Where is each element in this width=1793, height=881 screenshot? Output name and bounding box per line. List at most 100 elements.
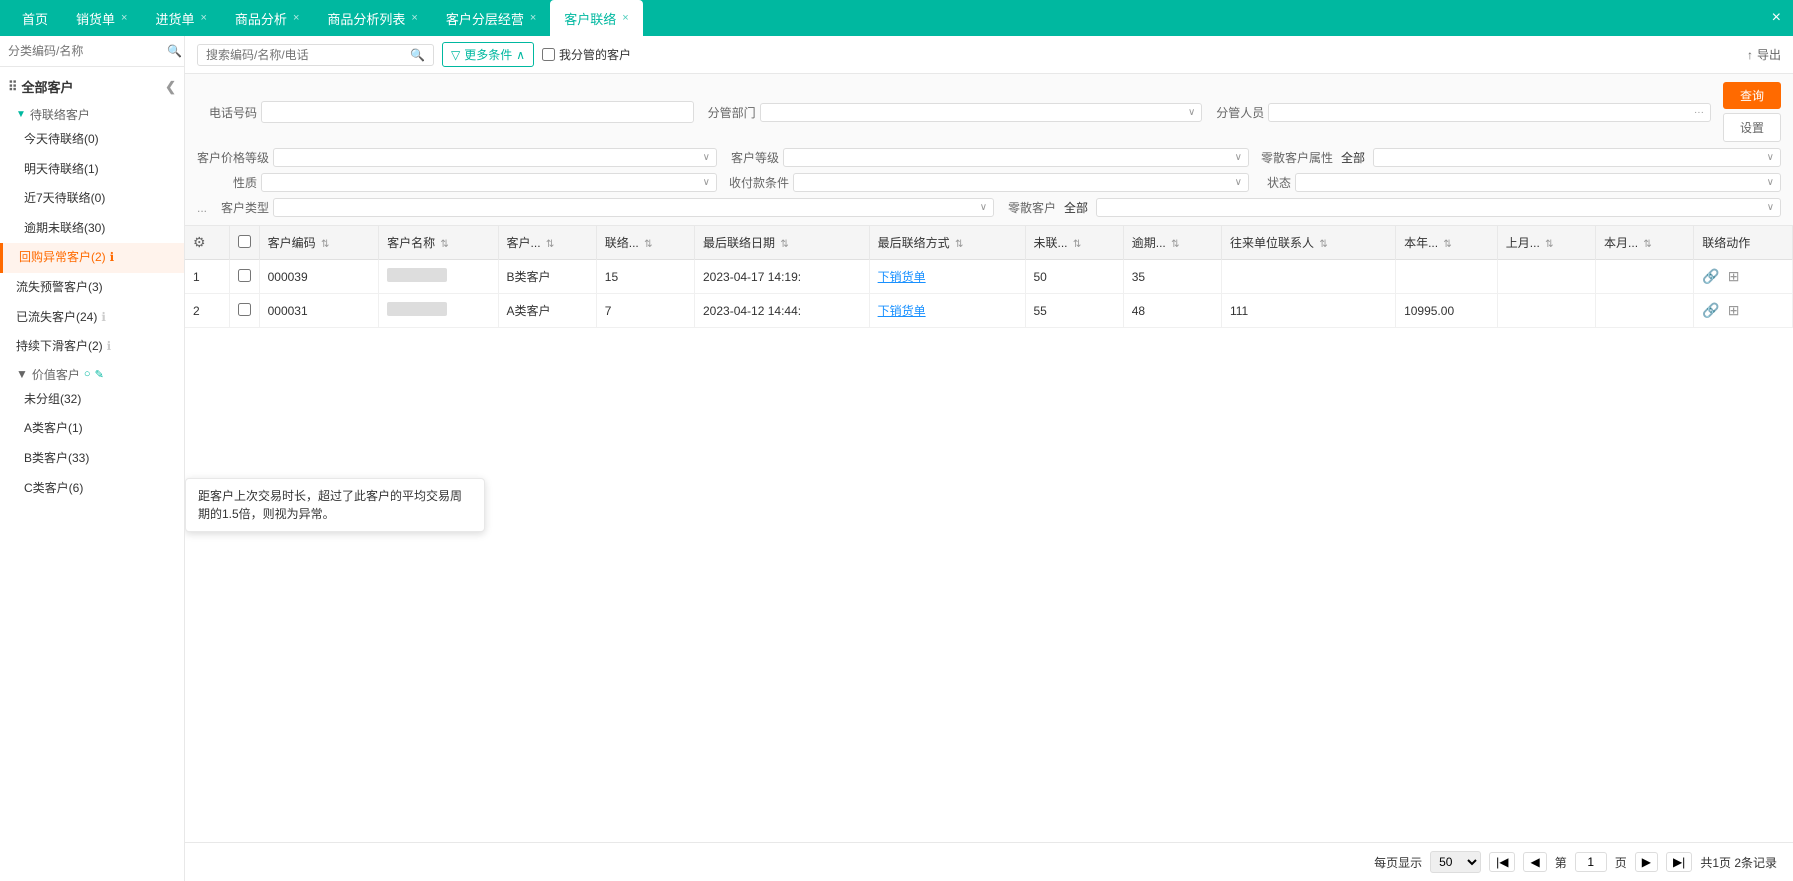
close-all-tabs[interactable]: × <box>1772 9 1781 27</box>
retail-customer-label: 零散客户 <box>1006 199 1056 216</box>
retail-attr-label: 零散客户属性 <box>1261 149 1333 166</box>
th-contact-person[interactable]: 往来单位联系人 ⇅ <box>1221 226 1395 260</box>
th-uncontacted[interactable]: 未联... ⇅ <box>1025 226 1123 260</box>
row2-select-checkbox[interactable] <box>238 303 251 316</box>
th-last-way[interactable]: 最后联络方式 ⇅ <box>869 226 1025 260</box>
nav-purchase[interactable]: 进货单 × <box>141 0 220 36</box>
collapse-icon[interactable]: ❮ <box>165 79 176 95</box>
close-segmentation-icon[interactable]: × <box>530 12 536 24</box>
prev-page-btn[interactable]: ◀ <box>1523 852 1546 872</box>
filter-icon: ▽ <box>451 48 460 62</box>
sidebar-item-c-class[interactable]: C类客户(6) <box>0 474 184 504</box>
retail-customer-select[interactable]: ∨ <box>1096 198 1781 217</box>
th-this-year[interactable]: 本年... ⇅ <box>1396 226 1498 260</box>
customer-level-select[interactable]: ∨ <box>783 148 1249 167</box>
status-select[interactable]: ∨ <box>1295 173 1781 192</box>
sidebar-item-tomorrow-pending[interactable]: 明天待联络(1) <box>0 155 184 185</box>
first-page-btn[interactable]: |◀ <box>1489 852 1515 872</box>
last-page-btn[interactable]: ▶| <box>1666 852 1692 872</box>
column-settings-icon[interactable]: ⚙ <box>193 234 206 250</box>
sort-person-icon: ⇅ <box>1319 239 1327 250</box>
top-navigation: 首页 销货单 × 进货单 × 商品分析 × 商品分析列表 × 客户分层经营 × … <box>0 0 1793 36</box>
sidebar-item-loss-warning[interactable]: 流失预警客户(3) <box>0 273 184 303</box>
page-input[interactable] <box>1575 852 1607 872</box>
more-dots[interactable]: ... <box>197 201 207 215</box>
sidebar-item-declining[interactable]: 持续下滑客户(2) ℹ <box>0 332 184 362</box>
nav-home[interactable]: 首页 <box>8 0 62 36</box>
category-search-input[interactable] <box>8 44 163 58</box>
my-customers-checkbox[interactable] <box>542 48 555 61</box>
dept-select[interactable]: ∨ <box>760 103 1203 122</box>
export-button[interactable]: ↑ 导出 <box>1747 46 1781 63</box>
close-purchase-icon[interactable]: × <box>200 12 206 24</box>
row2-checkbox <box>229 294 259 328</box>
sidebar-item-b-class[interactable]: B类客户(33) <box>0 444 184 474</box>
more-conditions-btn[interactable]: ▽ 更多条件 ∧ <box>442 42 534 67</box>
payment-select[interactable]: ∨ <box>793 173 1249 192</box>
next-page-btn[interactable]: ▶ <box>1635 852 1658 872</box>
table-container[interactable]: ⚙ 客户编码 ⇅ 客户名称 ⇅ <box>185 226 1793 842</box>
value-edit-icon[interactable]: ○ <box>84 368 91 380</box>
price-level-select[interactable]: ∨ <box>273 148 717 167</box>
status-chevron-icon: ∨ <box>1767 177 1774 188</box>
sidebar-item-overdue[interactable]: 逾期未联络(30) <box>0 214 184 244</box>
close-sales-icon[interactable]: × <box>121 12 127 24</box>
gender-label: 性质 <box>197 174 257 191</box>
sidebar-item-today-pending[interactable]: 今天待联络(0) <box>0 125 184 155</box>
close-contact-icon[interactable]: × <box>622 12 628 24</box>
dept-chevron-icon: ∨ <box>1188 107 1195 118</box>
query-button[interactable]: 查询 <box>1723 82 1781 109</box>
sidebar-item-lost[interactable]: 已流失客户(24) ℹ <box>0 303 184 333</box>
sidebar-item-7days-pending[interactable]: 近7天待联络(0) <box>0 184 184 214</box>
row1-grid-icon[interactable]: ⊞ <box>1728 268 1740 285</box>
total-label: 共1页 2条记录 <box>1700 854 1777 871</box>
all-customers-header[interactable]: ⠿ 全部客户 ❮ <box>0 71 184 102</box>
settings-button[interactable]: 设置 <box>1723 113 1781 142</box>
search-icon[interactable]: 🔍 <box>167 44 182 58</box>
row2-link-icon[interactable]: 🔗 <box>1702 302 1719 319</box>
close-product-analysis-icon[interactable]: × <box>293 12 299 24</box>
row1-contact-person <box>1221 260 1395 294</box>
row2-type: A类客户 <box>498 294 596 328</box>
th-last-date[interactable]: 最后联络日期 ⇅ <box>695 226 870 260</box>
th-name[interactable]: 客户名称 ⇅ <box>379 226 498 260</box>
row2-this-month <box>1596 294 1694 328</box>
row2-contact-way-link[interactable]: 下销货单 <box>878 304 926 318</box>
row1-contact-way-link[interactable]: 下销货单 <box>878 270 926 284</box>
th-this-month[interactable]: 本月... ⇅ <box>1596 226 1694 260</box>
search-input[interactable] <box>206 48 406 62</box>
retail-attr-select[interactable]: ∨ <box>1373 148 1781 167</box>
row1-select-checkbox[interactable] <box>238 269 251 282</box>
page-label: 第 <box>1555 854 1567 871</box>
select-all-checkbox[interactable] <box>238 235 251 248</box>
manager-select[interactable]: ··· <box>1268 103 1711 122</box>
nav-product-analysis-list[interactable]: 商品分析列表 × <box>313 0 431 36</box>
gender-select[interactable]: ∨ <box>261 173 717 192</box>
nav-sales[interactable]: 销货单 × <box>62 0 141 36</box>
th-overdue[interactable]: 逾期... ⇅ <box>1123 226 1221 260</box>
close-product-list-icon[interactable]: × <box>411 12 417 24</box>
sidebar-item-a-class[interactable]: A类客户(1) <box>0 414 184 444</box>
per-page-select[interactable]: 50 10 20 100 <box>1430 851 1481 873</box>
sidebar-item-unclassified[interactable]: 未分组(32) <box>0 385 184 415</box>
th-contact-count[interactable]: 联络... ⇅ <box>596 226 694 260</box>
th-code[interactable]: 客户编码 ⇅ <box>259 226 378 260</box>
row2-grid-icon[interactable]: ⊞ <box>1728 302 1740 319</box>
row1-link-icon[interactable]: 🔗 <box>1702 268 1719 285</box>
sidebar-item-repurchase-anomaly[interactable]: 回购异常客户(2) ℹ <box>0 243 184 273</box>
value-config-icon[interactable]: ✎ <box>95 368 104 381</box>
filter-actions: 查询 设置 <box>1723 82 1781 142</box>
nav-product-analysis[interactable]: 商品分析 × <box>221 0 313 36</box>
customer-type-select[interactable]: ∨ <box>273 198 994 217</box>
th-last-month[interactable]: 上月... ⇅ <box>1497 226 1595 260</box>
th-settings[interactable]: ⚙ <box>185 226 229 260</box>
nav-customer-segmentation[interactable]: 客户分层经营 × <box>432 0 550 36</box>
phone-input[interactable] <box>261 101 694 123</box>
row1-type: B类客户 <box>498 260 596 294</box>
nav-customer-contact[interactable]: 客户联络 × <box>550 0 642 36</box>
all-customers-label: 全部客户 <box>22 77 74 96</box>
row1-num: 1 <box>185 260 229 294</box>
th-type[interactable]: 客户... ⇅ <box>498 226 596 260</box>
dept-label: 分管部门 <box>706 104 756 121</box>
search-btn-icon[interactable]: 🔍 <box>410 48 425 62</box>
